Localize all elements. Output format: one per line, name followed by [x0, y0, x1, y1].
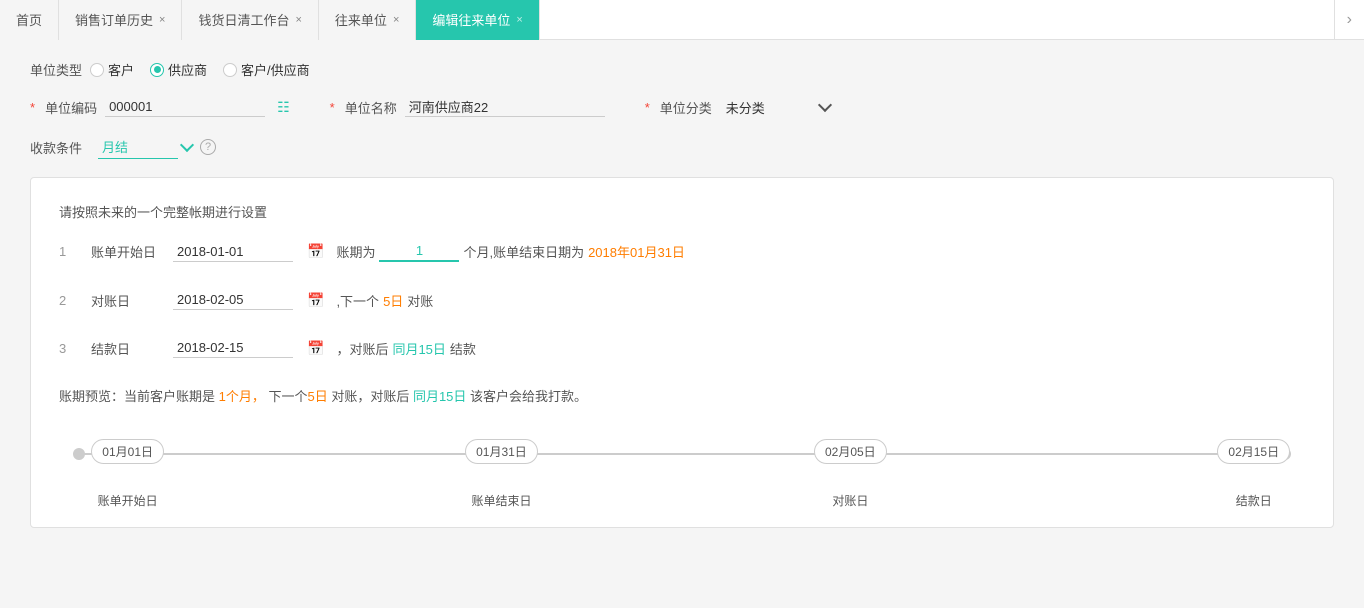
code-label: 单位编码	[45, 98, 97, 117]
radio-customer-circle	[90, 63, 104, 77]
preview-month: 1个月，	[219, 389, 265, 404]
radio-both-label: 客户/供应商	[241, 60, 310, 79]
tab-cash-work-label: 钱货日清工作台	[198, 10, 289, 29]
tab-partner-unit-close[interactable]: ×	[393, 14, 399, 26]
tab-cash-work[interactable]: 钱货日清工作台 ×	[182, 0, 318, 40]
radio-group: 客户 供应商 客户/供应商	[90, 60, 310, 79]
unit-type-group: 单位类型 客户 供应商 客户/供应商	[30, 60, 310, 79]
row-1-label: 账单开始日	[91, 242, 161, 261]
tab-edit-partner[interactable]: 编辑往来单位 ×	[416, 0, 539, 40]
unit-type-row: 单位类型 客户 供应商 客户/供应商	[30, 60, 1334, 79]
tab-more-button[interactable]: ›	[1334, 0, 1364, 40]
name-label: 单位名称	[345, 98, 397, 117]
preview-text: 账期预览：当前客户账期是 1个月， 下一个5日 对账，对账后 同月15日 该客户…	[59, 386, 1305, 405]
row-2-label: 对账日	[91, 291, 161, 310]
category-value: 未分类	[726, 98, 806, 117]
radio-supplier-circle	[150, 63, 164, 77]
payment-row: 收款条件 月结 ?	[30, 135, 1334, 159]
reconcile-date-calendar-icon[interactable]: 📅	[307, 292, 324, 309]
payment-date-input[interactable]	[173, 338, 293, 358]
tab-partner-unit[interactable]: 往来单位 ×	[319, 0, 416, 40]
tabs-bar: 首页 销售订单历史 × 钱货日清工作台 × 往来单位 × 编辑往来单位 × ›	[0, 0, 1364, 40]
radio-supplier[interactable]: 供应商	[150, 60, 207, 79]
timeline-badge-2: 01月31日	[465, 439, 538, 464]
reconcile-day-highlight: 5日	[383, 291, 403, 310]
start-date-calendar-icon[interactable]: 📅	[307, 243, 324, 260]
row-2-num: 2	[59, 293, 79, 308]
settings-card: 请按照未来的一个完整帐期进行设置 1 账单开始日 📅 账期为 个月,账单结束日期…	[30, 177, 1334, 528]
payment-dropdown-icon[interactable]	[180, 138, 194, 152]
code-copy-icon[interactable]: ☷	[277, 99, 290, 116]
payment-group: 收款条件 月结 ?	[30, 135, 216, 159]
month-input[interactable]	[379, 241, 459, 262]
code-name-category-row: * 单位编码 ☷ * 单位名称 * 单位分类 未分类	[30, 97, 1334, 117]
main-content: 单位类型 客户 供应商 客户/供应商 * 单位编码	[0, 40, 1364, 608]
row-3-label: 结款日	[91, 339, 161, 358]
tab-sales-history[interactable]: 销售订单历史 ×	[59, 0, 182, 40]
radio-customer[interactable]: 客户	[90, 60, 134, 79]
name-group: * 单位名称	[330, 97, 605, 117]
timeline-item-4: 02月15日 结款日	[1217, 439, 1290, 509]
preview-pay-day: 同月15日	[413, 389, 466, 404]
tab-sales-history-close[interactable]: ×	[159, 14, 165, 26]
timeline-label-1: 账单开始日	[98, 492, 158, 509]
payment-date-calendar-icon[interactable]: 📅	[307, 340, 324, 357]
timeline-start-dot	[73, 448, 85, 460]
timeline-item-2: 01月31日 账单结束日	[465, 439, 538, 509]
tab-edit-partner-close[interactable]: ×	[516, 14, 522, 26]
category-label: 单位分类	[660, 98, 712, 117]
timeline-item-1: 01月01日 账单开始日	[91, 439, 164, 509]
radio-supplier-label: 供应商	[168, 60, 207, 79]
timeline-badge-3: 02月05日	[814, 439, 887, 464]
payment-value[interactable]: 月结	[98, 135, 178, 159]
radio-customer-label: 客户	[108, 60, 134, 79]
payment-select-group: 月结	[98, 135, 192, 159]
timeline-label-4: 结款日	[1236, 492, 1272, 509]
tab-sales-history-label: 销售订单历史	[75, 10, 153, 29]
start-date-input[interactable]	[173, 242, 293, 262]
tab-home-label: 首页	[16, 10, 42, 29]
category-dropdown-icon[interactable]	[818, 98, 832, 112]
payment-label: 收款条件	[30, 138, 82, 157]
tab-edit-partner-label: 编辑往来单位	[432, 10, 510, 29]
category-group: * 单位分类 未分类	[645, 98, 830, 117]
category-star: *	[645, 100, 650, 115]
reconcile-date-input[interactable]	[173, 290, 293, 310]
tab-home[interactable]: 首页	[0, 0, 59, 40]
row-3-desc: ，对账后同月15日结款	[336, 339, 476, 358]
row-1-num: 1	[59, 244, 79, 259]
timeline-line	[79, 453, 1285, 455]
timeline-label-3: 对账日	[832, 492, 868, 509]
setting-row-2: 2 对账日 📅 ,下一个5日对账	[59, 290, 1305, 310]
setting-row-1: 1 账单开始日 📅 账期为 个月,账单结束日期为 2018年01月31日	[59, 241, 1305, 262]
preview-day: 5日	[307, 389, 327, 404]
end-date-highlight: 2018年01月31日	[588, 242, 685, 261]
row-2-desc: ,下一个5日对账	[336, 291, 433, 310]
setting-row-3: 3 结款日 📅 ，对账后同月15日结款	[59, 338, 1305, 358]
row-3-num: 3	[59, 341, 79, 356]
unit-type-label: 单位类型	[30, 60, 82, 79]
tab-cash-work-close[interactable]: ×	[295, 14, 301, 26]
name-star: *	[330, 100, 335, 115]
radio-both-circle	[223, 63, 237, 77]
timeline: 01月01日 账单开始日 01月31日 账单结束日 02月05日 对账日 02月…	[59, 433, 1305, 503]
payment-help-icon[interactable]: ?	[200, 139, 216, 155]
tab-partner-unit-label: 往来单位	[335, 10, 387, 29]
code-star: *	[30, 100, 35, 115]
code-group: * 单位编码 ☷	[30, 97, 290, 117]
timeline-item-3: 02月05日 对账日	[814, 439, 887, 509]
payment-day-highlight: 同月15日	[392, 339, 445, 358]
row-1-desc: 账期为 个月,账单结束日期为 2018年01月31日	[336, 241, 684, 262]
timeline-label-2: 账单结束日	[471, 492, 531, 509]
name-input[interactable]	[405, 97, 605, 117]
code-input[interactable]	[105, 97, 265, 117]
timeline-badge-4: 02月15日	[1217, 439, 1290, 464]
card-instruction: 请按照未来的一个完整帐期进行设置	[59, 202, 1305, 221]
timeline-badge-1: 01月01日	[91, 439, 164, 464]
radio-both[interactable]: 客户/供应商	[223, 60, 310, 79]
